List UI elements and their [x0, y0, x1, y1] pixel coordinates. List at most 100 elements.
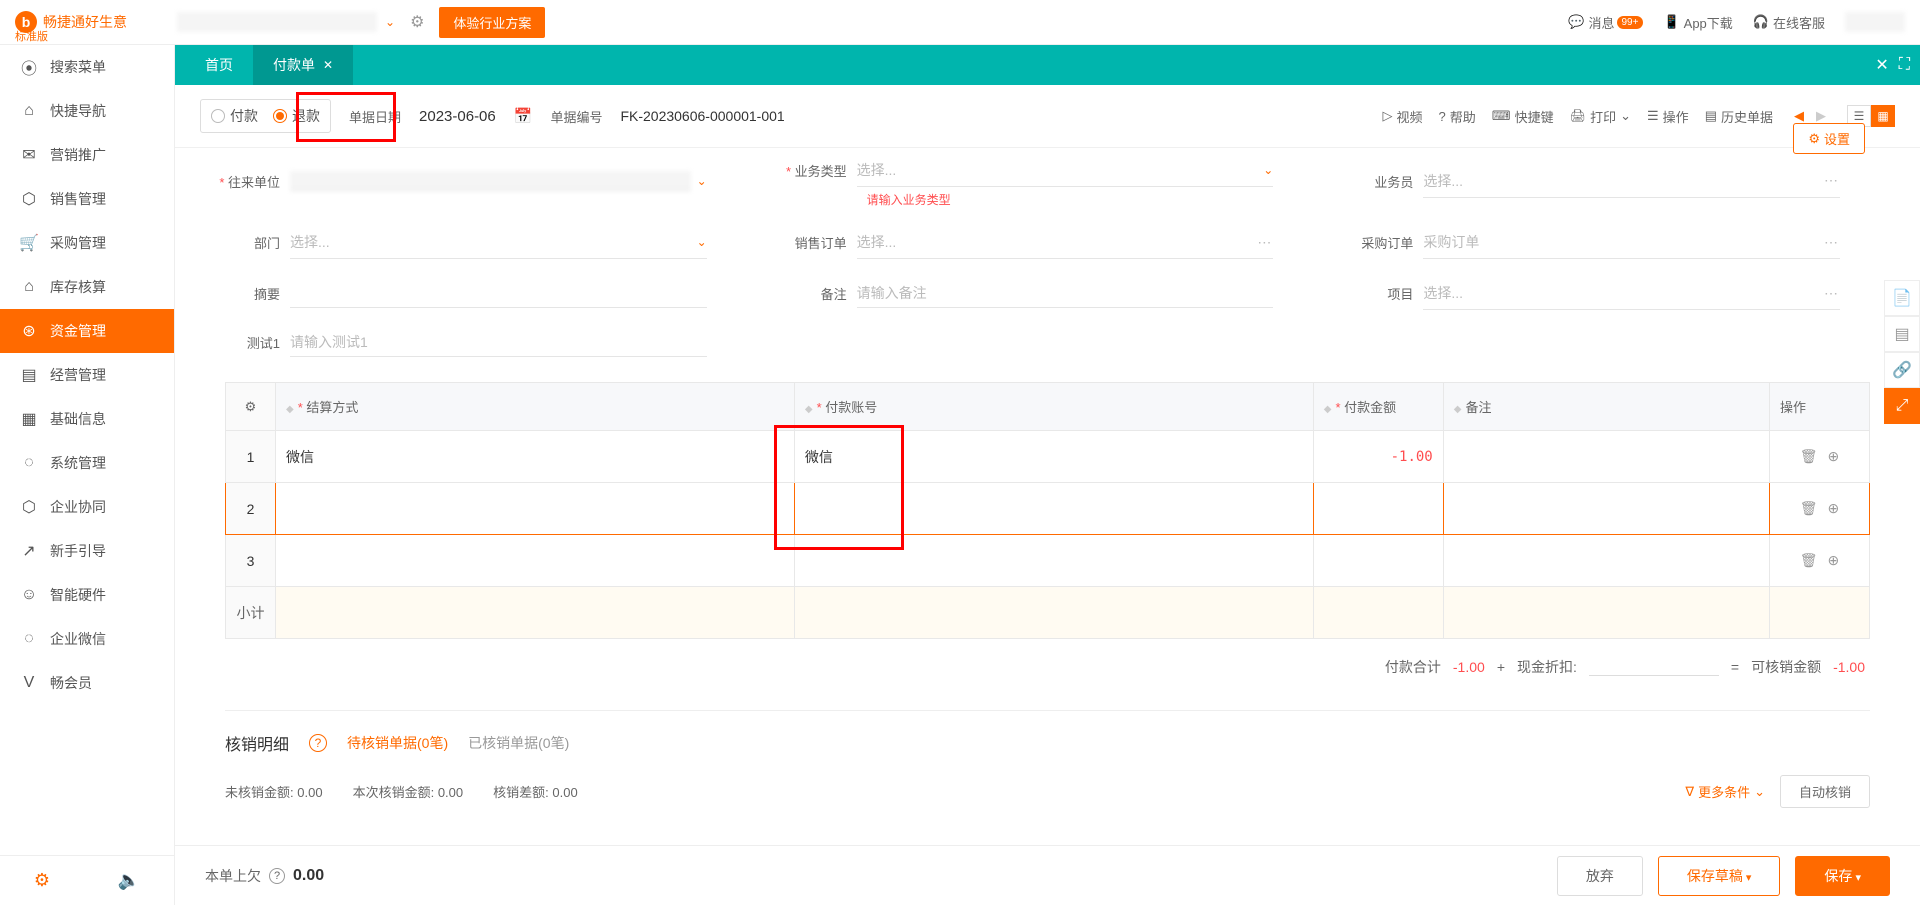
video-link[interactable]: ▷视频	[1383, 107, 1423, 126]
th-account[interactable]: ◆付款账号	[794, 383, 1313, 431]
tab-home[interactable]: 首页	[185, 45, 253, 85]
more-conditions-button[interactable]: ∇ 更多条件 ⌄	[1685, 782, 1765, 801]
help-link[interactable]: ?帮助	[1439, 107, 1476, 126]
th-method[interactable]: ◆结算方式	[276, 383, 795, 431]
summary-input[interactable]	[290, 279, 707, 308]
org-dropdown-icon[interactable]: ⌄	[385, 15, 395, 29]
cash-discount-input[interactable]	[1589, 658, 1719, 676]
close-icon[interactable]: ✕	[323, 58, 333, 72]
cell-remark[interactable]	[1443, 431, 1769, 483]
operate-icon: ☰	[1647, 108, 1659, 124]
save-draft-button[interactable]: 保存草稿	[1658, 856, 1781, 896]
help-icon[interactable]: ?	[269, 868, 285, 884]
add-row-icon[interactable]: ⊕	[1828, 552, 1840, 569]
sidebar-item-quick-nav[interactable]: ⌂快捷导航	[0, 89, 174, 133]
sidebar-item-funds[interactable]: ⊛资金管理	[0, 309, 174, 353]
cell-account[interactable]: 微信	[794, 431, 1313, 483]
sidebar-item-search-menu[interactable]: ⦿搜索菜单	[0, 45, 174, 89]
delete-icon[interactable]: 🗑	[1800, 552, 1818, 569]
test1-input[interactable]	[290, 328, 707, 357]
app-download-link[interactable]: 📱 App下载	[1663, 13, 1732, 32]
delete-icon[interactable]: 🗑	[1800, 500, 1818, 517]
field-remark: 备注	[767, 277, 1274, 310]
sidebar-item-marketing[interactable]: ✉营销推广	[0, 133, 174, 177]
sidebar-item-member[interactable]: V畅会员	[0, 661, 174, 705]
gear-icon[interactable]: ⚙	[34, 870, 50, 891]
promo-button[interactable]: 体验行业方案	[439, 7, 545, 38]
sidebar-item-sales[interactable]: ⬡销售管理	[0, 177, 174, 221]
th-amount[interactable]: ◆付款金额	[1313, 383, 1443, 431]
tab-close-all-icon[interactable]: ✕	[1875, 55, 1888, 75]
add-row-icon[interactable]: ⊕	[1828, 448, 1840, 465]
th-remark[interactable]: ◆备注	[1443, 383, 1769, 431]
tab-payment[interactable]: 付款单 ✕	[253, 45, 353, 85]
cell-method[interactable]	[276, 535, 795, 587]
cell-amount[interactable]: -1.00	[1313, 431, 1443, 483]
sidebar-item-hardware[interactable]: ☺智能硬件	[0, 573, 174, 617]
field-biz-type: 业务类型 选择...⌄	[767, 154, 1274, 187]
table-row[interactable]: 2 🗑⊕	[226, 483, 1870, 535]
vendor-value-blurred[interactable]	[290, 171, 691, 191]
operate-link[interactable]: ☰操作	[1647, 107, 1689, 126]
sidebar-item-enterprise[interactable]: ⬡企业协同	[0, 485, 174, 529]
verify-header: 核销明细 ? 待核销单据(0笔) 已核销单据(0笔)	[225, 731, 1870, 755]
doc-date-value[interactable]: 2023-06-06	[419, 108, 496, 125]
cell-method[interactable]	[276, 483, 795, 535]
sidebar-item-system[interactable]: ◌系统管理	[0, 441, 174, 485]
help-icon[interactable]: ?	[309, 734, 327, 752]
cell-account[interactable]	[794, 483, 1313, 535]
radio-payment[interactable]: 付款	[211, 106, 258, 126]
sidebar-item-operations[interactable]: ▤经营管理	[0, 353, 174, 397]
user-avatar-blurred[interactable]	[1845, 12, 1905, 32]
salesperson-select[interactable]: 选择...⋯	[1423, 165, 1840, 198]
customer-service-link[interactable]: 🎧 在线客服	[1753, 13, 1825, 32]
remark-input[interactable]	[857, 279, 1274, 308]
discard-button[interactable]: 放弃	[1557, 856, 1643, 896]
field-settings-button[interactable]: ⚙设置	[1793, 123, 1865, 154]
settings-icon[interactable]: ⚙	[410, 12, 424, 32]
sidebar-item-basic-info[interactable]: ▦基础信息	[0, 397, 174, 441]
th-gear[interactable]: ⚙	[226, 383, 276, 431]
calendar-icon[interactable]: 📅	[514, 107, 533, 125]
verify-tab-done[interactable]: 已核销单据(0笔)	[468, 733, 569, 753]
add-row-icon[interactable]: ⊕	[1828, 500, 1840, 517]
float-expand-icon[interactable]: ⤢	[1884, 388, 1920, 424]
history-link[interactable]: ▤历史单据	[1705, 107, 1773, 126]
float-doc-icon[interactable]: ▤	[1884, 316, 1920, 352]
radio-refund[interactable]: 退款	[273, 106, 320, 126]
view-form-button[interactable]: ▦	[1871, 105, 1895, 127]
auto-verify-button[interactable]: 自动核销	[1780, 775, 1870, 808]
speaker-icon[interactable]: 🔈	[118, 870, 140, 891]
fullscreen-icon[interactable]: ⛶	[1899, 56, 1910, 74]
sales-order-select[interactable]: 选择...⋯	[857, 226, 1274, 259]
sidebar-item-inventory[interactable]: ⌂库存核算	[0, 265, 174, 309]
chevron-down-icon[interactable]: ⌄	[697, 174, 707, 188]
grid-icon: ▦	[20, 410, 38, 428]
org-selector-blurred[interactable]	[177, 12, 377, 32]
cell-remark[interactable]	[1443, 483, 1769, 535]
sidebar-item-wechat-work[interactable]: ◌企业微信	[0, 617, 174, 661]
verify-tab-pending[interactable]: 待核销单据(0笔)	[347, 733, 448, 753]
float-note-icon[interactable]: 📄	[1884, 280, 1920, 316]
shortcut-link[interactable]: ⌨快捷键	[1492, 107, 1554, 126]
sidebar-item-newbie[interactable]: ↗新手引导	[0, 529, 174, 573]
sidebar-item-label: 智能硬件	[50, 585, 106, 605]
table-row[interactable]: 1 微信 微信 -1.00 🗑⊕	[226, 431, 1870, 483]
float-link-icon[interactable]: 🔗	[1884, 352, 1920, 388]
sidebar-item-label: 系统管理	[50, 453, 106, 473]
delete-icon[interactable]: 🗑	[1800, 448, 1818, 465]
print-link[interactable]: 🖨打印 ⌄	[1570, 107, 1631, 126]
biz-type-select[interactable]: 选择...⌄	[857, 154, 1274, 187]
cell-amount[interactable]	[1313, 535, 1443, 587]
dept-select[interactable]: 选择...⌄	[290, 226, 707, 259]
cell-method[interactable]: 微信	[276, 431, 795, 483]
cell-amount[interactable]	[1313, 483, 1443, 535]
messages-link[interactable]: 💬 消息 99+	[1568, 13, 1643, 32]
save-button[interactable]: 保存	[1795, 856, 1890, 896]
purchase-order-select[interactable]: 采购订单⋯	[1423, 226, 1840, 259]
table-row[interactable]: 3 🗑⊕	[226, 535, 1870, 587]
project-select[interactable]: 选择...⋯	[1423, 277, 1840, 310]
cell-account[interactable]	[794, 535, 1313, 587]
cell-remark[interactable]	[1443, 535, 1769, 587]
sidebar-item-purchase[interactable]: 🛒采购管理	[0, 221, 174, 265]
